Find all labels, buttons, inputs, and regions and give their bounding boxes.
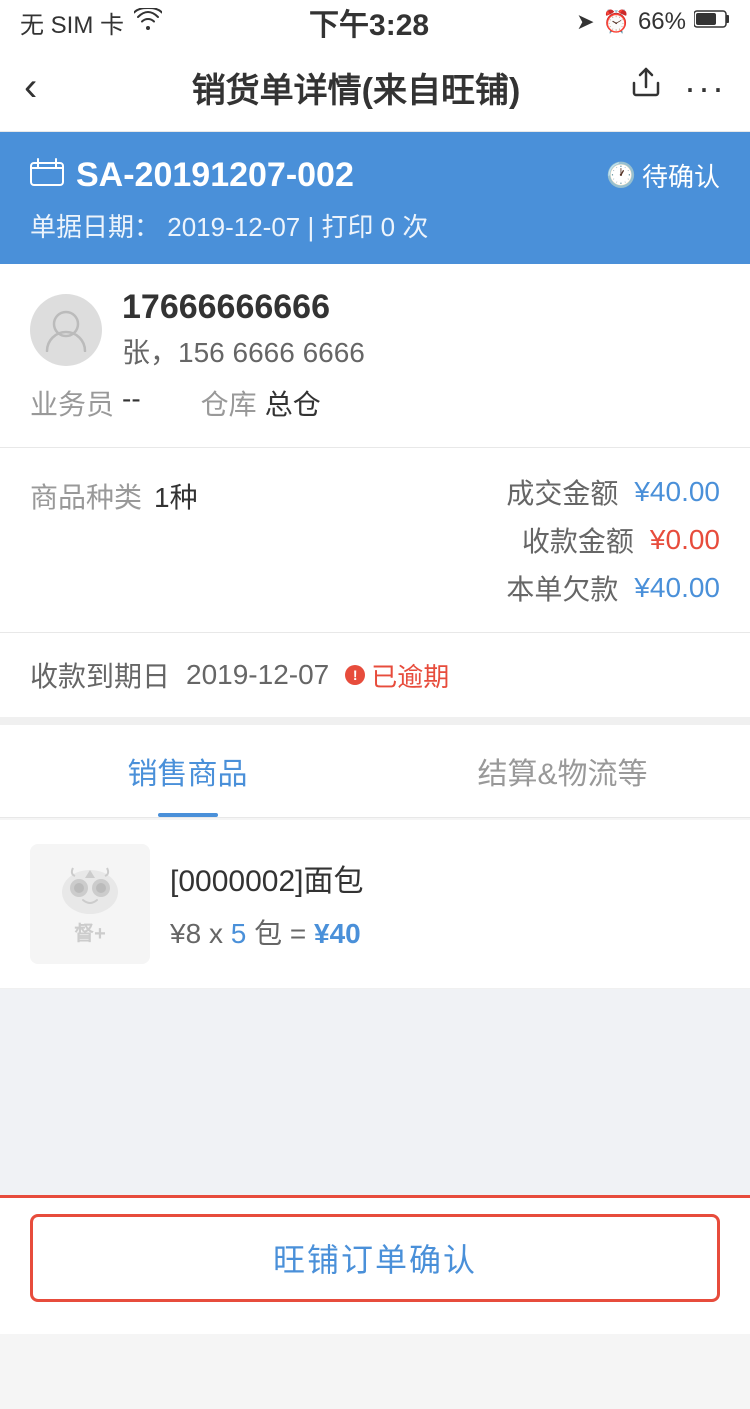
summary-section: 商品种类 1种 成交金额 ¥40.00 收款金额 ¥0.00 本单欠款 ¥40.… — [0, 448, 750, 633]
due-label: 收款到期日 — [30, 655, 170, 695]
order-icon — [30, 156, 64, 195]
wifi-icon — [134, 8, 162, 37]
battery-icon — [694, 8, 730, 36]
status-right: ➤ ⏰ 66% — [576, 8, 730, 36]
product-placeholder: 督+ — [55, 862, 125, 946]
salesman-label: 业务员 — [30, 383, 114, 423]
more-button[interactable]: ··· — [684, 67, 726, 109]
overdue-icon: ! — [345, 665, 365, 685]
customer-meta: 业务员 -- 仓库 总仓 — [30, 383, 720, 423]
back-button[interactable]: ‹ — [24, 65, 84, 110]
bottom-bar: 旺铺订单确认 — [0, 1195, 750, 1334]
order-date: 单据日期： 2019-12-07 | 打印 0 次 — [30, 207, 720, 244]
product-name: [0000002]面包 — [170, 856, 720, 900]
customer-name: 张，156 6666 6666 — [122, 331, 365, 371]
deal-amount-value: ¥40.00 — [634, 476, 720, 508]
overdue-text: 已逾期 — [371, 657, 449, 694]
tab-settlement[interactable]: 结算&物流等 — [375, 725, 750, 817]
customer-row: 17666666666 张，156 6666 6666 — [30, 288, 720, 371]
products-section: 督+ [0000002]面包 ¥8 x 5 包 = ¥40 — [0, 820, 750, 989]
product-total: ¥40 — [314, 918, 361, 949]
deal-amount-row: 成交金额 ¥40.00 — [506, 472, 720, 512]
product-info: [0000002]面包 ¥8 x 5 包 = ¥40 — [170, 844, 720, 964]
status-time: 下午3:28 — [309, 0, 429, 44]
tabs-section: 销售商品 结算&物流等 — [0, 725, 750, 818]
order-id-row: SA-20191207-002 🕐 待确认 — [30, 156, 720, 195]
overdue-badge: ! 已逾期 — [345, 657, 449, 694]
summary-right: 成交金额 ¥40.00 收款金额 ¥0.00 本单欠款 ¥40.00 — [506, 472, 720, 608]
warehouse-value: 总仓 — [265, 383, 321, 423]
warehouse-item: 仓库 总仓 — [201, 383, 321, 423]
owed-label: 本单欠款 — [506, 568, 618, 608]
nav-title: 销货单详情(来自旺铺) — [84, 63, 628, 112]
battery-text: 66% — [638, 8, 686, 36]
product-image: 督+ — [30, 844, 150, 964]
deal-amount-label: 成交金额 — [506, 472, 618, 512]
order-id: SA-20191207-002 — [30, 156, 354, 195]
product-type-label: 商品种类 — [30, 476, 142, 516]
customer-section: 17666666666 张，156 6666 6666 业务员 -- 仓库 总仓 — [0, 264, 750, 448]
avatar — [30, 294, 102, 366]
salesman-value: -- — [122, 383, 141, 423]
received-value: ¥0.00 — [650, 524, 720, 556]
order-header: SA-20191207-002 🕐 待确认 单据日期： 2019-12-07 |… — [0, 132, 750, 264]
received-amount-row: 收款金额 ¥0.00 — [522, 520, 720, 560]
warehouse-label: 仓库 — [201, 383, 257, 423]
nav-bar: ‹ 销货单详情(来自旺铺) ··· — [0, 44, 750, 132]
due-section: 收款到期日 2019-12-07 ! 已逾期 — [0, 633, 750, 725]
received-label: 收款金额 — [522, 520, 634, 560]
customer-info: 17666666666 张，156 6666 6666 — [122, 288, 365, 371]
location-icon: ➤ — [576, 9, 594, 35]
owed-amount-row: 本单欠款 ¥40.00 — [506, 568, 720, 608]
clock-icon: 🕐 — [606, 161, 636, 190]
owed-value: ¥40.00 — [634, 572, 720, 604]
sim-text: 无 SIM 卡 — [20, 5, 124, 40]
due-date: 2019-12-07 — [186, 659, 329, 691]
status-bar: 无 SIM 卡 下午3:28 ➤ ⏰ 66% — [0, 0, 750, 44]
alarm-icon: ⏰ — [603, 9, 630, 35]
salesman-item: 业务员 -- — [30, 383, 141, 423]
status-left: 无 SIM 卡 — [20, 5, 162, 40]
product-item: 督+ [0000002]面包 ¥8 x 5 包 = ¥40 — [0, 820, 750, 989]
tab-sales[interactable]: 销售商品 — [0, 725, 375, 817]
summary-left: 商品种类 1种 — [30, 472, 198, 516]
nav-actions: ··· — [628, 65, 726, 110]
product-type-value: 1种 — [154, 476, 198, 516]
customer-phone: 17666666666 — [122, 288, 365, 327]
product-quantity: 5 — [231, 918, 247, 949]
confirm-button[interactable]: 旺铺订单确认 — [30, 1214, 720, 1302]
order-status: 🕐 待确认 — [606, 157, 720, 194]
share-button[interactable] — [628, 65, 664, 110]
product-price-row: ¥8 x 5 包 = ¥40 — [170, 912, 720, 952]
